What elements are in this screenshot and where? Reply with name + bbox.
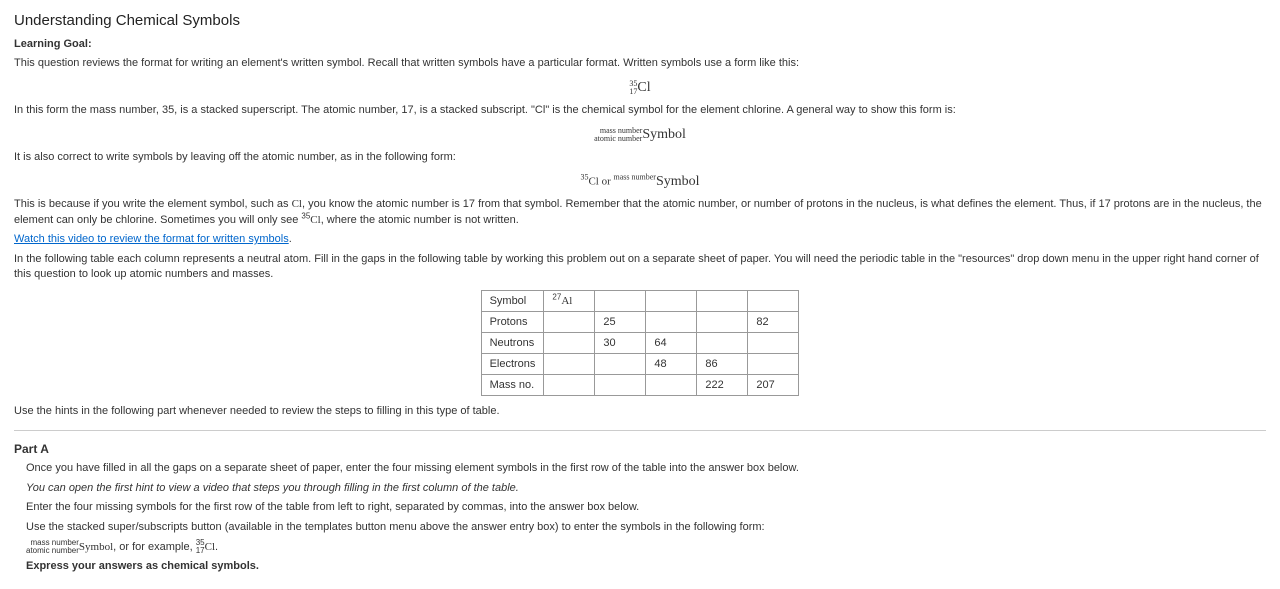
table-cell bbox=[697, 312, 748, 333]
table-cell bbox=[697, 291, 748, 312]
symbol-label: Symbol bbox=[79, 541, 113, 553]
element-symbol-inline: Cl bbox=[292, 198, 302, 210]
table-cell bbox=[697, 333, 748, 354]
table-cell bbox=[748, 291, 799, 312]
element-symbol: Cl bbox=[637, 80, 650, 95]
table-row: Mass no. 222 207 bbox=[481, 375, 799, 396]
table-row: Symbol 27Al bbox=[481, 291, 799, 312]
atomic-number-label: atomic number bbox=[594, 135, 642, 143]
table-cell: 86 bbox=[697, 354, 748, 375]
table-row: Protons 25 82 bbox=[481, 312, 799, 333]
table-cell bbox=[595, 291, 646, 312]
table-cell bbox=[544, 354, 595, 375]
table-cell: 82 bbox=[748, 312, 799, 333]
intro-paragraph-4: This is because if you write the element… bbox=[14, 197, 1266, 228]
part-a-label: Part A bbox=[14, 441, 1266, 458]
element-table: Symbol 27Al Protons 25 82 Neutrons 30 64… bbox=[481, 290, 800, 396]
table-cell bbox=[544, 312, 595, 333]
part-a-express: Express your answers as chemical symbols… bbox=[26, 559, 1266, 574]
table-cell bbox=[544, 375, 595, 396]
table-cell bbox=[646, 291, 697, 312]
mass-number-label: mass number bbox=[614, 172, 656, 181]
atomic-number: 17 bbox=[196, 547, 205, 555]
table-cell bbox=[646, 375, 697, 396]
part-a-hint: You can open the first hint to view a vi… bbox=[26, 482, 519, 494]
table-cell bbox=[595, 354, 646, 375]
generic-symbol-form: mass number atomic number Symbol bbox=[14, 125, 1266, 145]
part-a-p3: Enter the four missing symbols for the f… bbox=[26, 500, 1266, 515]
table-row: Neutrons 30 64 bbox=[481, 333, 799, 354]
element-symbol: Cl bbox=[205, 541, 215, 553]
learning-goal-label: Learning Goal: bbox=[14, 37, 1266, 52]
table-cell bbox=[748, 354, 799, 375]
page-title: Understanding Chemical Symbols bbox=[14, 10, 1266, 31]
part-a-p4: Use the stacked super/subscripts button … bbox=[26, 520, 1266, 535]
or-text: or bbox=[602, 175, 614, 187]
alt-symbol-form: 35Cl or mass numberSymbol bbox=[14, 172, 1266, 192]
row-header: Neutrons bbox=[481, 333, 544, 354]
intro-paragraph-5: In the following table each column repre… bbox=[14, 252, 1266, 283]
table-cell: 30 bbox=[595, 333, 646, 354]
table-cell bbox=[646, 312, 697, 333]
divider bbox=[14, 430, 1266, 431]
intro-paragraph-3: It is also correct to write symbols by l… bbox=[14, 150, 1266, 165]
intro-paragraph-1: This question reviews the format for wri… bbox=[14, 56, 1266, 71]
symbol-label: Symbol bbox=[642, 127, 686, 142]
part-a-form: mass number atomic number Symbol, or for… bbox=[26, 539, 1266, 555]
row-header: Mass no. bbox=[481, 375, 544, 396]
example-symbol-1: 35 17 Cl bbox=[14, 78, 1266, 98]
part-a-p1: Once you have filled in all the gaps on … bbox=[26, 461, 1266, 476]
table-cell: 27Al bbox=[544, 291, 595, 312]
element-symbol-inline: Cl bbox=[310, 214, 320, 226]
table-cell bbox=[595, 375, 646, 396]
row-header: Electrons bbox=[481, 354, 544, 375]
table-cell: 222 bbox=[697, 375, 748, 396]
table-cell: 25 bbox=[595, 312, 646, 333]
element-symbol: Cl bbox=[588, 175, 598, 187]
mass-sup: 35 bbox=[301, 211, 310, 220]
row-header: Symbol bbox=[481, 291, 544, 312]
hints-note: Use the hints in the following part when… bbox=[14, 404, 1266, 419]
table-cell bbox=[544, 333, 595, 354]
intro-paragraph-2: In this form the mass number, 35, is a s… bbox=[14, 103, 1266, 118]
video-link[interactable]: Watch this video to review the format fo… bbox=[14, 233, 289, 245]
row-header: Protons bbox=[481, 312, 544, 333]
table-cell: 207 bbox=[748, 375, 799, 396]
atomic-number-label: atomic number bbox=[26, 547, 79, 555]
symbol-label: Symbol bbox=[656, 174, 700, 189]
table-cell bbox=[748, 333, 799, 354]
table-cell: 48 bbox=[646, 354, 697, 375]
table-cell: 64 bbox=[646, 333, 697, 354]
table-row: Electrons 48 86 bbox=[481, 354, 799, 375]
